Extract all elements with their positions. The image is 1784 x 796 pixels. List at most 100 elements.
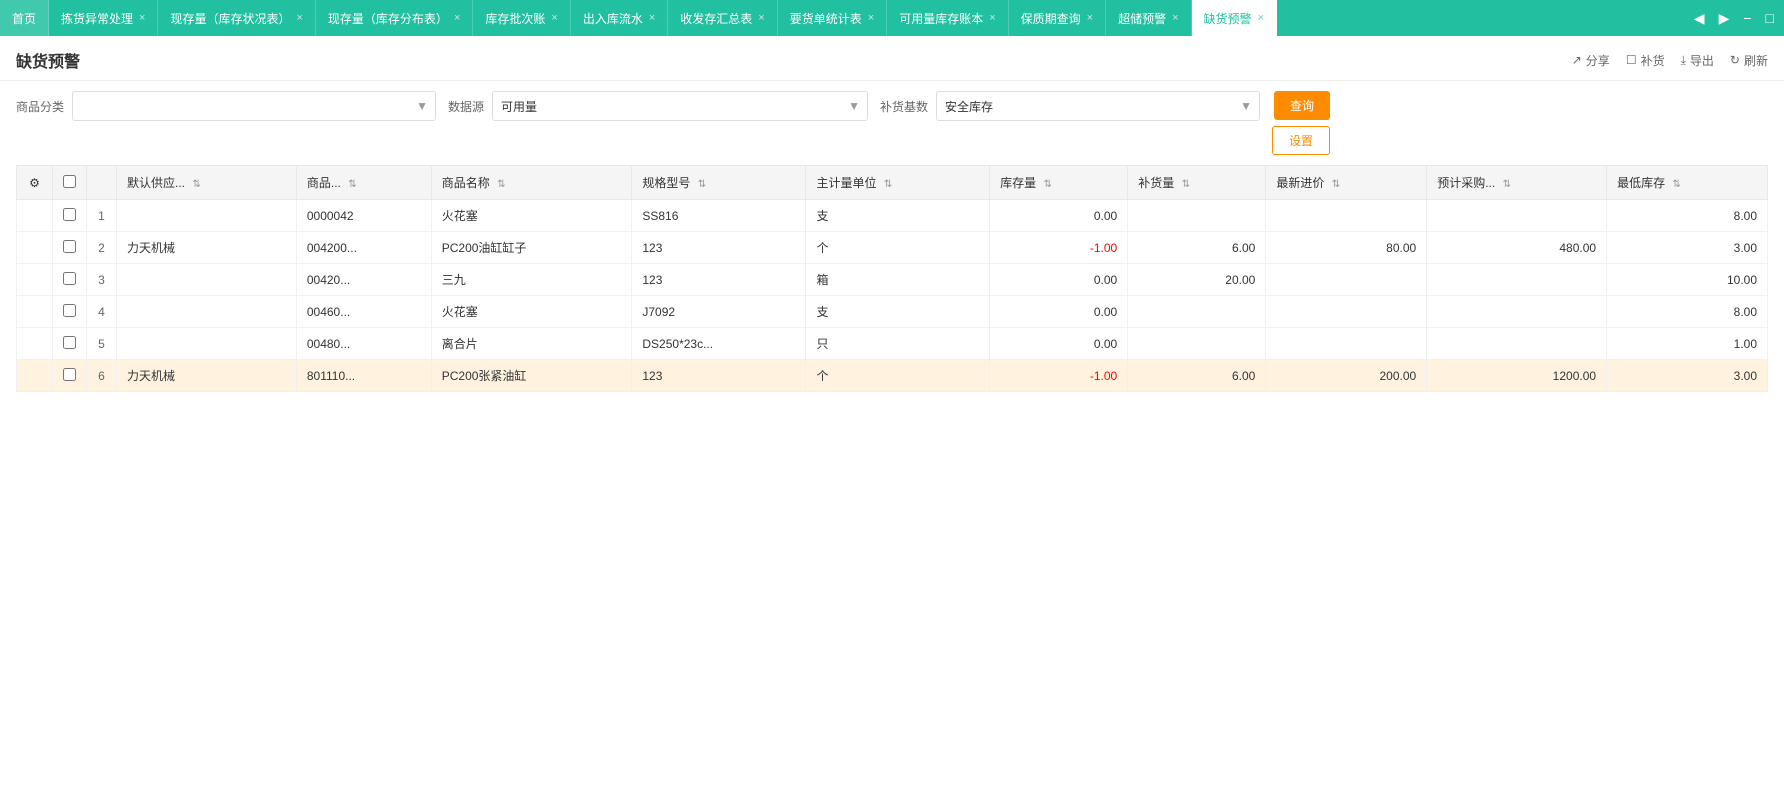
refresh-action[interactable]: ↻ 刷新 xyxy=(1730,52,1768,69)
row-checkbox-1[interactable] xyxy=(63,240,76,253)
export-action[interactable]: ⤓ 导出 xyxy=(1681,52,1714,69)
table-body: 1 0000042 火花塞 SS816 支 0.00 8.00 2 力天机械 0… xyxy=(17,200,1768,392)
tab-inout-flow[interactable]: 出入库流水 × xyxy=(571,0,668,36)
row-latest-price-2 xyxy=(1266,264,1427,296)
tab-nav-buttons: ◀ ▶ − □ xyxy=(1684,8,1784,29)
row-unit-1: 个 xyxy=(806,232,990,264)
column-checkbox[interactable] xyxy=(53,166,87,200)
tab-order-stat[interactable]: 要货单统计表 × xyxy=(778,0,887,36)
row-settings-0 xyxy=(17,200,53,232)
close-tab-inout-flow[interactable]: × xyxy=(649,12,655,24)
tab-maximize[interactable]: □ xyxy=(1760,8,1780,28)
row-unit-3: 支 xyxy=(806,296,990,328)
sort-icon-est-purchase: ⇅ xyxy=(1503,179,1511,190)
share-action[interactable]: ↗ 分享 xyxy=(1572,52,1610,69)
datasource-label: 数据源 xyxy=(448,98,484,115)
row-spec-5: 123 xyxy=(632,360,806,392)
column-product-code[interactable]: 商品... ⇅ xyxy=(296,166,431,200)
column-settings[interactable]: ⚙ xyxy=(17,166,53,200)
row-num-5: 6 xyxy=(87,360,117,392)
row-min-stock-3: 8.00 xyxy=(1607,296,1768,328)
tab-shortage[interactable]: 缺货预警 × xyxy=(1192,0,1277,36)
category-filter: 商品分类 ▼ xyxy=(16,91,436,121)
row-checkbox-cell-1[interactable] xyxy=(53,232,87,264)
row-supplier-2 xyxy=(117,264,297,296)
tab-scroll-right[interactable]: ▶ xyxy=(1713,8,1736,29)
close-tab-inventory-status[interactable]: × xyxy=(296,12,302,24)
column-default-supplier[interactable]: 默认供应... ⇅ xyxy=(117,166,297,200)
column-replenish-qty[interactable]: 补货量 ⇅ xyxy=(1128,166,1266,200)
sort-icon-code: ⇅ xyxy=(348,179,356,190)
row-checkbox-3[interactable] xyxy=(63,304,76,317)
row-code-5: 801110... xyxy=(296,360,431,392)
replenish-label: 补货基数 xyxy=(880,98,928,115)
close-tab-available-ledger[interactable]: × xyxy=(989,12,995,24)
row-latest-price-0 xyxy=(1266,200,1427,232)
replenish-action[interactable]: ☐ 补货 xyxy=(1626,52,1665,69)
close-tab-overstock[interactable]: × xyxy=(1172,12,1178,24)
tab-minimize[interactable]: − xyxy=(1737,8,1757,28)
column-stock[interactable]: 库存量 ⇅ xyxy=(990,166,1128,200)
column-min-stock[interactable]: 最低库存 ⇅ xyxy=(1607,166,1768,200)
select-all-checkbox[interactable] xyxy=(63,175,76,188)
row-min-stock-2: 10.00 xyxy=(1607,264,1768,296)
tab-inventory-dist[interactable]: 现存量（库存分布表） × xyxy=(316,0,473,36)
row-min-stock-1: 3.00 xyxy=(1607,232,1768,264)
tab-expiry-query[interactable]: 保质期查询 × xyxy=(1009,0,1106,36)
tab-bar: 首页 拣货异常处理 × 现存量（库存状况表） × 现存量（库存分布表） × 库存… xyxy=(0,0,1784,36)
sort-icon-replenish-qty: ⇅ xyxy=(1182,179,1190,190)
row-est-purchase-5: 1200.00 xyxy=(1427,360,1607,392)
table-row: 2 力天机械 004200... PC200油缸缸子 123 个 -1.00 6… xyxy=(17,232,1768,264)
category-select[interactable] xyxy=(72,91,436,121)
row-checkbox-0[interactable] xyxy=(63,208,76,221)
main-content: 缺货预警 ↗ 分享 ☐ 补货 ⤓ 导出 ↻ 刷新 商品分类 xyxy=(0,36,1784,796)
column-latest-price[interactable]: 最新进价 ⇅ xyxy=(1266,166,1427,200)
replenish-filter: 补货基数 安全库存 ▼ xyxy=(880,91,1260,121)
row-checkbox-4[interactable] xyxy=(63,336,76,349)
tab-collect-summary[interactable]: 收发存汇总表 × xyxy=(668,0,777,36)
tab-inventory-status[interactable]: 现存量（库存状况表） × xyxy=(158,0,315,36)
sort-icon-stock: ⇅ xyxy=(1044,179,1052,190)
close-tab-order-stat[interactable]: × xyxy=(868,12,874,24)
row-replenish-qty-5: 6.00 xyxy=(1128,360,1266,392)
row-code-2: 00420... xyxy=(296,264,431,296)
setting-button[interactable]: 设置 xyxy=(1272,126,1330,155)
column-spec[interactable]: 规格型号 ⇅ xyxy=(632,166,806,200)
close-tab-inventory-dist[interactable]: × xyxy=(454,12,460,24)
close-tab-batch-account[interactable]: × xyxy=(551,12,557,24)
tab-abnormal[interactable]: 拣货异常处理 × xyxy=(49,0,158,36)
close-tab-collect-summary[interactable]: × xyxy=(758,12,764,24)
category-label: 商品分类 xyxy=(16,98,64,115)
tab-home[interactable]: 首页 xyxy=(0,0,49,36)
close-tab-expiry-query[interactable]: × xyxy=(1087,12,1093,24)
datasource-filter: 数据源 可用量 ▼ xyxy=(448,91,868,121)
row-name-5: PC200张紧油缸 xyxy=(431,360,632,392)
close-tab-abnormal[interactable]: × xyxy=(139,12,145,24)
row-name-0: 火花塞 xyxy=(431,200,632,232)
settings-icon: ⚙ xyxy=(29,176,40,190)
row-settings-5 xyxy=(17,360,53,392)
row-num-0: 1 xyxy=(87,200,117,232)
tab-available-ledger[interactable]: 可用量库存账本 × xyxy=(887,0,1008,36)
datasource-select[interactable]: 可用量 xyxy=(492,91,868,121)
row-spec-3: J7092 xyxy=(632,296,806,328)
close-tab-shortage[interactable]: × xyxy=(1258,12,1264,24)
row-checkbox-cell-4[interactable] xyxy=(53,328,87,360)
column-unit[interactable]: 主计量单位 ⇅ xyxy=(806,166,990,200)
row-checkbox-cell-2[interactable] xyxy=(53,264,87,296)
row-checkbox-cell-0[interactable] xyxy=(53,200,87,232)
share-icon: ↗ xyxy=(1572,53,1582,67)
row-checkbox-2[interactable] xyxy=(63,272,76,285)
row-checkbox-5[interactable] xyxy=(63,368,76,381)
row-checkbox-cell-3[interactable] xyxy=(53,296,87,328)
tab-overstock[interactable]: 超储预警 × xyxy=(1106,0,1191,36)
row-checkbox-cell-5[interactable] xyxy=(53,360,87,392)
row-min-stock-0: 8.00 xyxy=(1607,200,1768,232)
column-est-purchase[interactable]: 预计采购... ⇅ xyxy=(1427,166,1607,200)
row-code-1: 004200... xyxy=(296,232,431,264)
tab-scroll-left[interactable]: ◀ xyxy=(1688,8,1711,29)
column-product-name[interactable]: 商品名称 ⇅ xyxy=(431,166,632,200)
replenish-select[interactable]: 安全库存 xyxy=(936,91,1260,121)
query-button[interactable]: 查询 xyxy=(1274,91,1330,120)
tab-batch-account[interactable]: 库存批次账 × xyxy=(473,0,570,36)
